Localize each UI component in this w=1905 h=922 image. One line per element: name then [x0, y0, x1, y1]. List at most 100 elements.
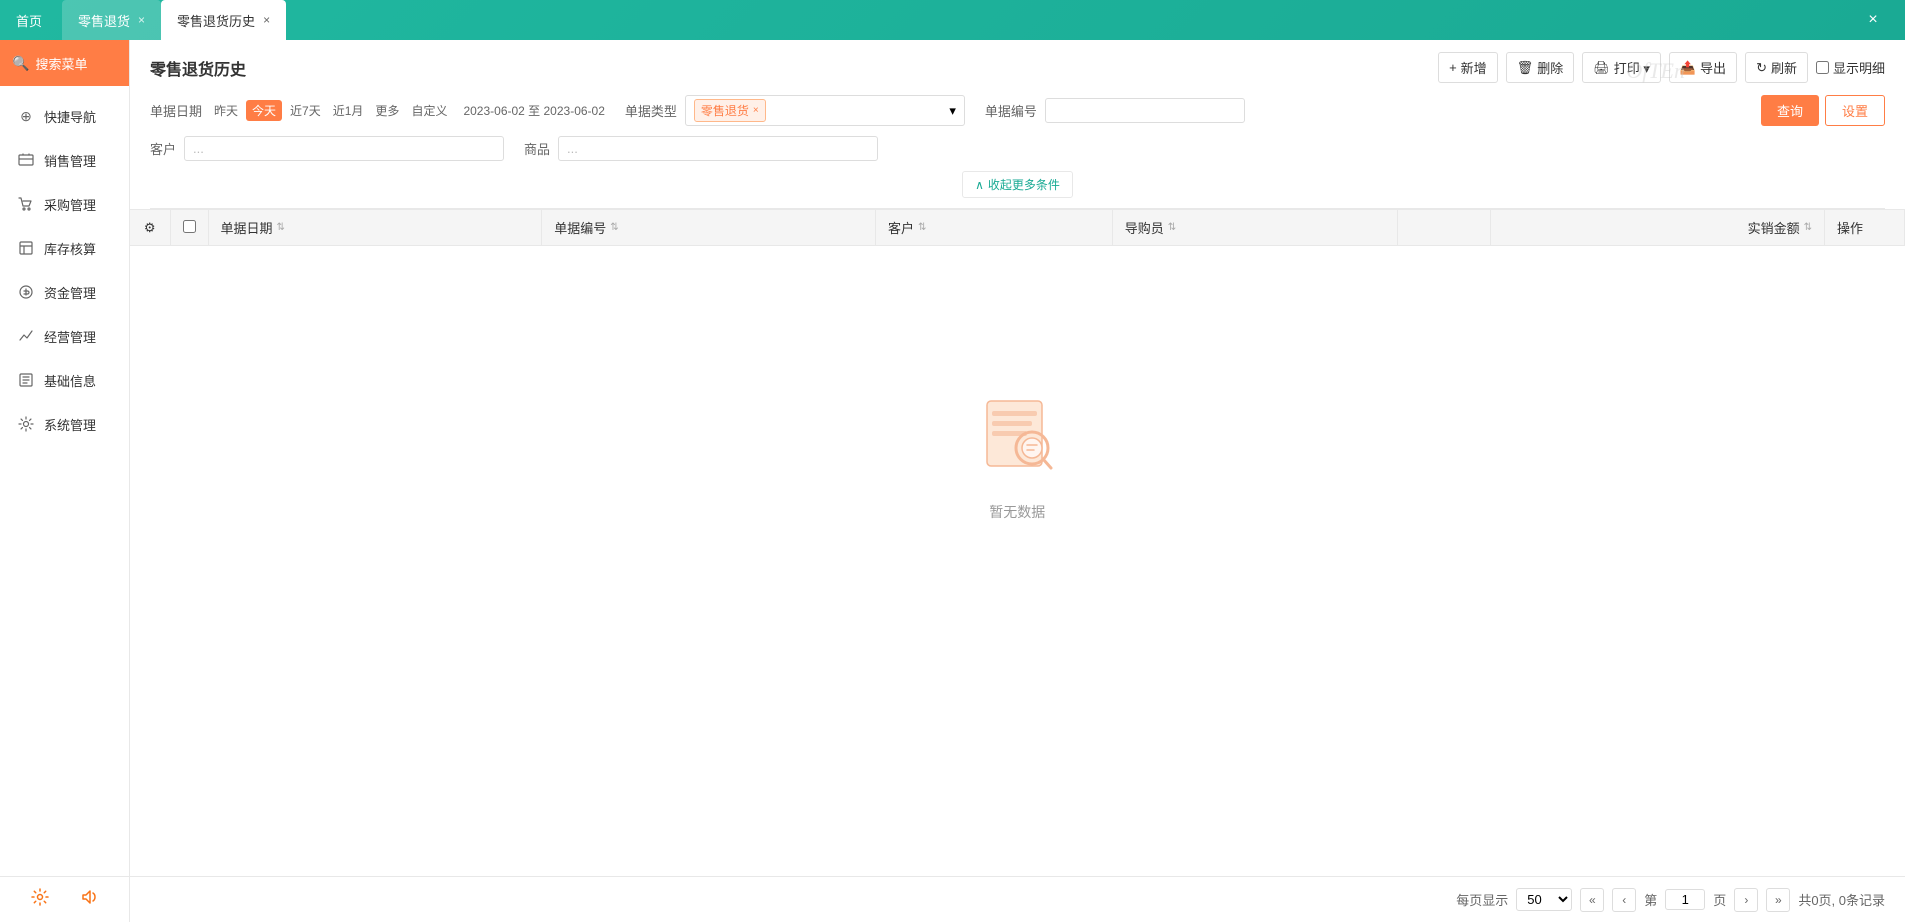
filter-goods-item: 商品 ... [524, 136, 878, 161]
quick-nav-icon: ⊕ [16, 106, 36, 126]
tab-retail-return-history-close[interactable]: × [263, 13, 270, 27]
th-action-label: 操作 [1837, 221, 1863, 236]
show-detail-checkbox-label[interactable]: 显示明细 [1816, 58, 1885, 77]
content-area: 零售退货历史 + 新增 🗑 删除 🖨 打印 ▾ � [130, 40, 1905, 922]
page-number-input[interactable] [1665, 889, 1705, 910]
filter-row-1: 单据日期 昨天 今天 近7天 近1月 更多 自定义 2023-06-02 至 2… [150, 95, 1885, 126]
prev-page-button[interactable]: ‹ [1612, 888, 1636, 912]
th-guide[interactable]: 导购员 ⇅ [1112, 210, 1397, 246]
filter-goods-input[interactable]: ... [558, 136, 878, 161]
system-icon [16, 414, 36, 434]
sidebar-item-operation-label: 经营管理 [44, 327, 96, 346]
show-detail-checkbox[interactable] [1816, 61, 1829, 74]
filter-customer-input[interactable]: ... [184, 136, 504, 161]
sidebar-item-system[interactable]: 系统管理 [0, 402, 129, 446]
page-size-select[interactable]: 50 10 20 100 [1516, 888, 1572, 911]
date-option-7days[interactable]: 近7天 [286, 100, 325, 121]
export-button[interactable]: 📤 导出 [1669, 52, 1737, 83]
tab-retail-return[interactable]: 零售退货 × [62, 0, 161, 40]
delete-button[interactable]: 🗑 删除 [1506, 52, 1575, 83]
total-records: 共0页, 0条记录 [1798, 890, 1885, 909]
th-action: 操作 [1825, 210, 1905, 246]
date-option-yesterday[interactable]: 昨天 [210, 100, 242, 121]
table-container: ⚙ 单据日期 ⇅ 单据编号 [130, 210, 1905, 876]
doc-type-tag: 零售退货 × [694, 99, 766, 122]
page-actions: + 新增 🗑 删除 🖨 打印 ▾ 📤 导出 [1438, 52, 1885, 83]
topbar-right: × [1857, 4, 1905, 36]
filter-area: 单据日期 昨天 今天 近7天 近1月 更多 自定义 2023-06-02 至 2… [150, 95, 1885, 209]
th-doc-no-label: 单据编号 [554, 218, 606, 237]
sidebar-audio-button[interactable] [80, 888, 98, 911]
filter-doc-no-input[interactable] [1045, 98, 1245, 123]
first-page-button[interactable]: « [1580, 888, 1604, 912]
sidebar-item-purchase[interactable]: 采购管理 [0, 182, 129, 226]
last-page-button[interactable]: » [1766, 888, 1790, 912]
sidebar-menu: ⊕ 快捷导航 销售管理 采购管理 库存核算 [0, 86, 129, 876]
collapse-button[interactable]: ∧ 收起更多条件 [962, 171, 1073, 198]
date-option-1month[interactable]: 近1月 [329, 100, 368, 121]
data-table: ⚙ 单据日期 ⇅ 单据编号 [130, 210, 1905, 662]
table-settings-icon[interactable]: ⚙ [144, 220, 156, 235]
empty-text: 暂无数据 [989, 502, 1045, 522]
th-customer[interactable]: 客户 ⇅ [876, 210, 1113, 246]
query-button[interactable]: 查询 [1761, 95, 1819, 126]
sidebar-item-quick-nav-label: 快捷导航 [44, 107, 96, 126]
th-doc-date-label: 单据日期 [221, 218, 273, 237]
sidebar-item-quick-nav[interactable]: ⊕ 快捷导航 [0, 94, 129, 138]
sidebar-item-system-label: 系统管理 [44, 415, 96, 434]
sidebar-bottom [0, 876, 129, 922]
sidebar-item-purchase-label: 采购管理 [44, 195, 96, 214]
th-doc-no[interactable]: 单据编号 ⇅ [542, 210, 876, 246]
print-icon: 🖨 [1593, 60, 1610, 76]
filter-date-item: 单据日期 昨天 今天 近7天 近1月 更多 自定义 2023-06-02 至 2… [150, 100, 605, 121]
filter-customer-item: 客户 ... [150, 136, 504, 161]
next-page-icon: › [1744, 893, 1748, 907]
next-page-button[interactable]: › [1734, 888, 1758, 912]
doc-type-tag-close[interactable]: × [753, 105, 759, 116]
select-all-checkbox[interactable] [183, 220, 196, 233]
sidebar-item-finance[interactable]: 资金管理 [0, 270, 129, 314]
sort-doc-no-icon: ⇅ [610, 222, 618, 233]
tab-home[interactable]: 首页 [0, 0, 58, 40]
window-close-button[interactable]: × [1857, 4, 1889, 36]
tab-list: 首页 零售退货 × 零售退货历史 × [0, 0, 1857, 40]
sidebar-item-finance-label: 资金管理 [44, 283, 96, 302]
th-settings[interactable]: ⚙ [130, 210, 170, 246]
date-option-more[interactable]: 更多 [371, 100, 403, 121]
tab-retail-return-close[interactable]: × [138, 13, 145, 27]
purchase-icon [16, 194, 36, 214]
sidebar-item-operation[interactable]: 经营管理 [0, 314, 129, 358]
main-layout: 🔍 搜索菜单 ⊕ 快捷导航 销售管理 采购管理 [0, 40, 1905, 922]
last-page-icon: » [1775, 893, 1782, 907]
page-header: 零售退货历史 + 新增 🗑 删除 🖨 打印 ▾ � [130, 40, 1905, 210]
filter-row-2: 客户 ... 商品 ... [150, 136, 1885, 161]
sidebar-search-label: 搜索菜单 [35, 54, 87, 73]
sidebar-settings-button[interactable] [31, 888, 49, 911]
finance-icon [16, 282, 36, 302]
filter-customer-label: 客户 [150, 139, 176, 158]
search-icon: 🔍 [12, 55, 29, 72]
th-doc-date[interactable]: 单据日期 ⇅ [208, 210, 542, 246]
pagination-bar: 每页显示 50 10 20 100 « ‹ 第 页 › » 共0页, 0条记录 [130, 876, 1905, 922]
empty-illustration [967, 386, 1067, 486]
tab-retail-return-history[interactable]: 零售退货历史 × [161, 0, 286, 40]
th-amount[interactable]: 实销金额 ⇅ [1491, 210, 1825, 246]
print-button[interactable]: 🖨 打印 ▾ [1582, 52, 1661, 83]
sidebar-search-button[interactable]: 🔍 搜索菜单 [0, 40, 129, 86]
settings-button[interactable]: 设置 [1825, 95, 1885, 126]
sort-guide-icon: ⇅ [1168, 222, 1176, 233]
sidebar-item-sales[interactable]: 销售管理 [0, 138, 129, 182]
date-option-today[interactable]: 今天 [246, 100, 282, 121]
table-body: 暂无数据 [130, 246, 1905, 663]
page-size-label: 每页显示 [1456, 890, 1508, 909]
sidebar-item-basic-info[interactable]: 基础信息 [0, 358, 129, 402]
filter-doc-type-select[interactable]: 零售退货 × ▾ [685, 95, 965, 126]
page-title: 零售退货历史 [150, 56, 246, 80]
date-option-custom[interactable]: 自定义 [407, 100, 451, 121]
sidebar-item-sales-label: 销售管理 [44, 151, 96, 170]
refresh-button[interactable]: ↻ 刷新 [1745, 52, 1808, 83]
new-button[interactable]: + 新增 [1438, 52, 1498, 83]
sidebar-item-inventory[interactable]: 库存核算 [0, 226, 129, 270]
show-detail-label: 显示明细 [1833, 58, 1885, 77]
table-header-row: ⚙ 单据日期 ⇅ 单据编号 [130, 210, 1905, 246]
